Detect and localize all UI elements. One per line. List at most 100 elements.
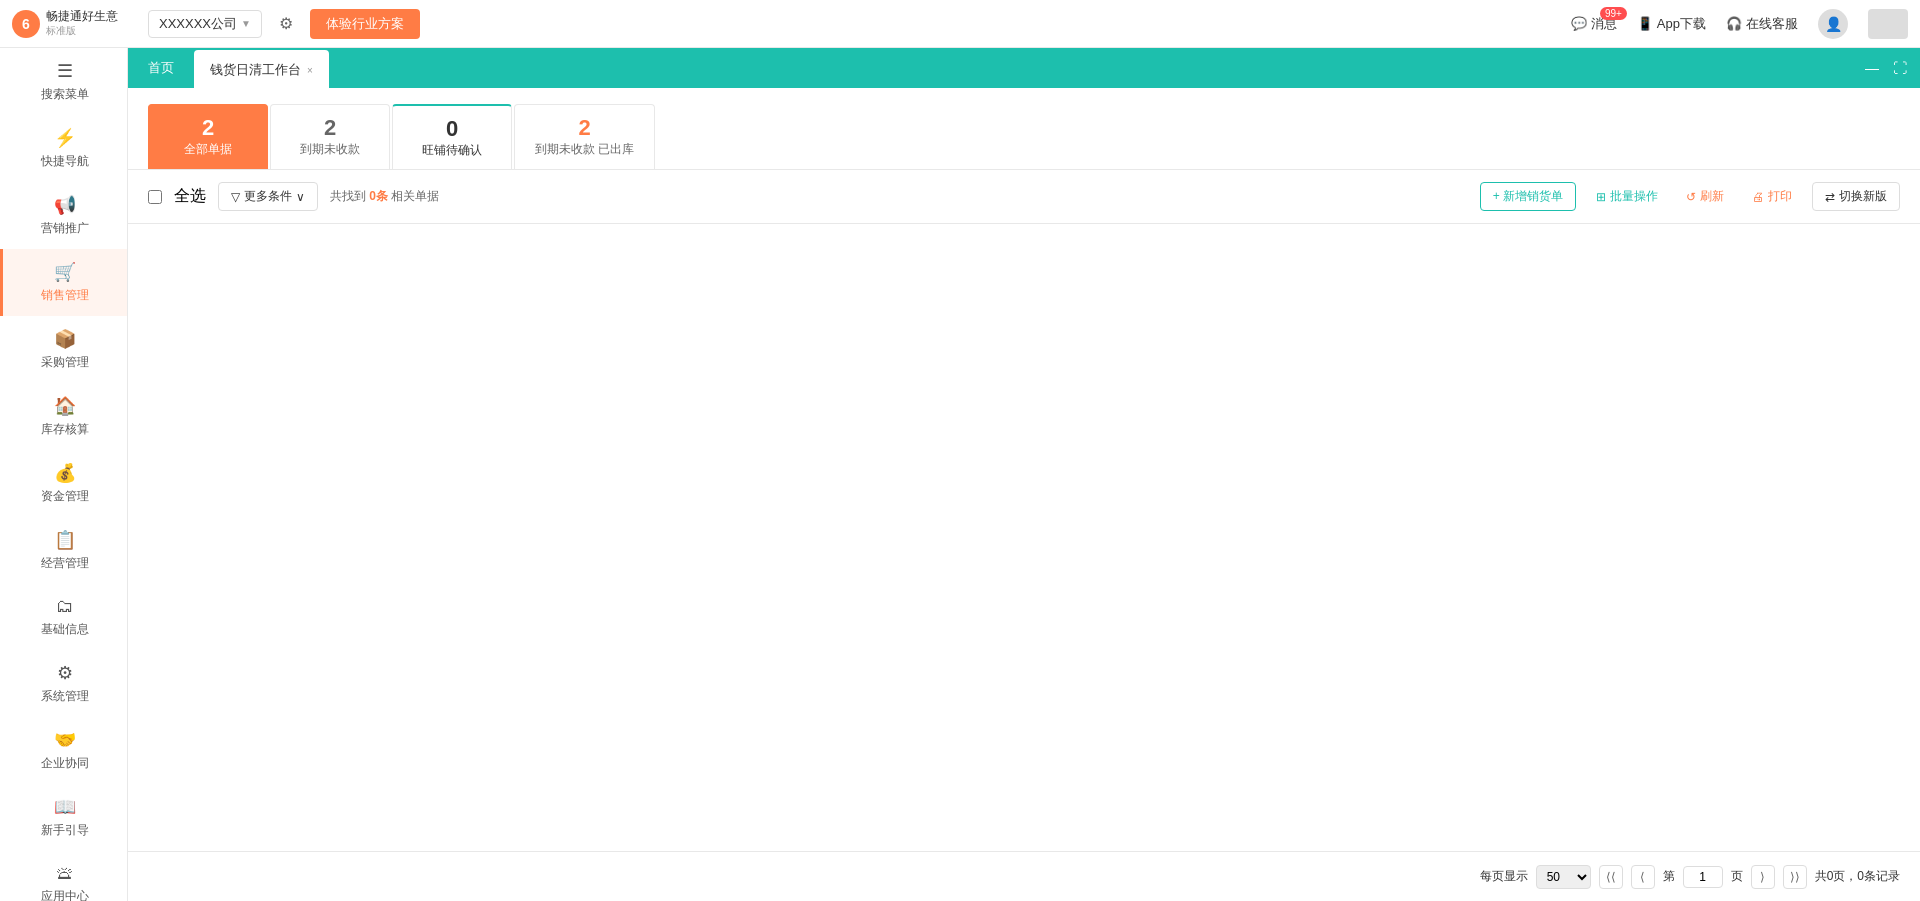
trial-button[interactable]: 体验行业方案: [310, 9, 420, 39]
sidebar-item-basic-info[interactable]: 🗂 基础信息: [0, 584, 127, 650]
batch-button[interactable]: ⊞ 批量操作: [1588, 183, 1666, 210]
batch-label: 批量操作: [1610, 188, 1658, 205]
tab-maximize-button[interactable]: ⛶: [1888, 56, 1912, 80]
sidebar-item-label: 新手引导: [41, 822, 89, 839]
stats-tab-all[interactable]: 2 全部单据: [148, 104, 268, 169]
company-selector[interactable]: XXXXXX公司 ▼: [148, 10, 262, 38]
tab-close-icon[interactable]: ×: [307, 65, 313, 76]
tab-home[interactable]: 首页: [128, 48, 194, 88]
app-download-button[interactable]: 📱 App下载: [1637, 15, 1706, 33]
sidebar-item-search-menu[interactable]: ☰ 搜索菜单: [0, 48, 127, 115]
tab-minimize-button[interactable]: —: [1860, 56, 1884, 80]
top-header: 6 畅捷通好生意 标准版 XXXXXX公司 ▼ ⚙ 体验行业方案 💬 消息 99…: [0, 0, 1920, 48]
found-suffix: 相关单据: [391, 189, 439, 203]
sidebar-item-label: 快捷导航: [41, 153, 89, 170]
settings-button[interactable]: ⚙: [270, 8, 302, 40]
stats-pending-num: 0: [413, 116, 491, 142]
logo-icon: 6: [12, 10, 40, 38]
main-layout: ☰ 搜索菜单 ⚡ 快捷导航 📢 营销推广 🛒 销售管理 📦 采购管理 🏠 库存核…: [0, 48, 1920, 901]
stats-shipped-label: 到期未收款 已出库: [535, 142, 634, 156]
sidebar-item-purchase[interactable]: 📦 采购管理: [0, 316, 127, 383]
sidebar: ☰ 搜索菜单 ⚡ 快捷导航 📢 营销推广 🛒 销售管理 📦 采购管理 🏠 库存核…: [0, 48, 128, 901]
page-size-select[interactable]: 50 10 20 100: [1536, 865, 1591, 889]
stats-tab-pending[interactable]: 0 旺铺待确认: [392, 104, 512, 169]
stats-all-label: 全部单据: [184, 142, 232, 156]
tab-bar: 首页 钱货日清工作台 × — ⛶: [128, 48, 1920, 88]
enterprise-icon: 🤝: [54, 729, 76, 751]
stats-shipped-num: 2: [535, 115, 634, 141]
tab-actions: — ⛶: [1860, 56, 1920, 80]
sidebar-item-sales[interactable]: 🛒 销售管理: [0, 249, 127, 316]
found-text: 共找到 0条 相关单据: [330, 188, 439, 205]
sidebar-item-system[interactable]: ⚙ 系统管理: [0, 650, 127, 717]
sidebar-item-label: 基础信息: [41, 621, 89, 638]
purchase-icon: 📦: [54, 328, 76, 350]
batch-icon: ⊞: [1596, 190, 1606, 204]
search-menu-icon: ☰: [57, 60, 73, 82]
tab-label: 钱货日清工作台: [210, 61, 301, 79]
sidebar-item-label: 采购管理: [41, 354, 89, 371]
page-prev-button[interactable]: ⟨: [1631, 865, 1655, 889]
sidebar-item-label: 应用中心: [41, 888, 89, 901]
sidebar-item-inventory[interactable]: 🏠 库存核算: [0, 383, 127, 450]
page-next-button[interactable]: ⟩: [1751, 865, 1775, 889]
sidebar-item-finance[interactable]: 💰 资金管理: [0, 450, 127, 517]
message-button[interactable]: 💬 消息 99+: [1571, 15, 1617, 33]
new-sales-button[interactable]: + 新增销货单: [1480, 182, 1576, 211]
download-icon: 📱: [1637, 16, 1653, 31]
select-all-checkbox[interactable]: [148, 190, 162, 204]
sidebar-item-operations[interactable]: 📋 经营管理: [0, 517, 127, 584]
filter-chevron-icon: ∨: [296, 190, 305, 204]
tab-active[interactable]: 钱货日清工作台 ×: [194, 50, 329, 90]
content-area: 首页 钱货日清工作台 × — ⛶ 2 全部单据 2: [128, 48, 1920, 901]
refresh-button[interactable]: ↺ 刷新: [1678, 183, 1732, 210]
stats-overdue-num: 2: [291, 115, 369, 141]
stats-overdue-label: 到期未收款: [300, 142, 360, 156]
sidebar-item-app-center[interactable]: 🛎 应用中心: [0, 851, 127, 901]
sidebar-item-label: 搜索菜单: [41, 86, 89, 103]
page-number-input[interactable]: [1683, 866, 1723, 888]
online-service-button[interactable]: 🎧 在线客服: [1726, 15, 1798, 33]
basic-info-icon: 🗂: [56, 596, 74, 617]
page-last-button[interactable]: ⟩⟩: [1783, 865, 1807, 889]
sales-icon: 🛒: [54, 261, 76, 283]
filter-label: 更多条件: [244, 188, 292, 205]
sidebar-item-label: 资金管理: [41, 488, 89, 505]
app-download-label: App下载: [1657, 15, 1706, 33]
guide-icon: 📖: [54, 796, 76, 818]
finance-icon: 💰: [54, 462, 76, 484]
stats-tabs: 2 全部单据 2 到期未收款 0 旺铺待确认 2 到期未收款 已出库: [148, 104, 1900, 169]
message-badge: 99+: [1600, 7, 1627, 20]
app-center-icon: 🛎: [56, 863, 74, 884]
avatar[interactable]: 👤: [1818, 9, 1848, 39]
sidebar-item-label: 经营管理: [41, 555, 89, 572]
sidebar-item-marketing[interactable]: 📢 营销推广: [0, 182, 127, 249]
toolbar-right: + 新增销货单 ⊞ 批量操作 ↺ 刷新 🖨 打印 ⇄: [1480, 182, 1900, 211]
quick-nav-icon: ⚡: [54, 127, 76, 149]
stats-tab-overdue[interactable]: 2 到期未收款: [270, 104, 390, 169]
print-button[interactable]: 🖨 打印: [1744, 183, 1800, 210]
filter-icon: ▽: [231, 190, 240, 204]
sidebar-item-quick-nav[interactable]: ⚡ 快捷导航: [0, 115, 127, 182]
select-all-label: 全选: [174, 186, 206, 207]
toolbar-left: 全选 ▽ 更多条件 ∨ 共找到 0条 相关单据: [148, 182, 1468, 211]
message-icon: 💬: [1571, 16, 1587, 31]
stats-tab-shipped[interactable]: 2 到期未收款 已出库: [514, 104, 655, 169]
service-icon: 🎧: [1726, 16, 1742, 31]
switch-version-button[interactable]: ⇄ 切换新版: [1812, 182, 1900, 211]
toolbar: 全选 ▽ 更多条件 ∨ 共找到 0条 相关单据 + 新增销货单 ⊞: [128, 170, 1920, 224]
sidebar-item-enterprise[interactable]: 🤝 企业协同: [0, 717, 127, 784]
chevron-down-icon: ▼: [241, 18, 251, 29]
system-icon: ⚙: [57, 662, 73, 684]
page-first-button[interactable]: ⟨⟨: [1599, 865, 1623, 889]
refresh-label: 刷新: [1700, 188, 1724, 205]
user-menu[interactable]: [1868, 9, 1908, 39]
sidebar-item-label: 库存核算: [41, 421, 89, 438]
sidebar-item-guide[interactable]: 📖 新手引导: [0, 784, 127, 851]
pagination-bar: 每页显示 50 10 20 100 ⟨⟨ ⟨ 第 页 ⟩ ⟩⟩ 共0页，0条记录: [128, 851, 1920, 901]
filter-button[interactable]: ▽ 更多条件 ∨: [218, 182, 318, 211]
logo-area: 6 畅捷通好生意 标准版: [12, 9, 140, 39]
sidebar-item-label: 企业协同: [41, 755, 89, 772]
company-name: XXXXXX公司: [159, 15, 237, 33]
refresh-icon: ↺: [1686, 190, 1696, 204]
